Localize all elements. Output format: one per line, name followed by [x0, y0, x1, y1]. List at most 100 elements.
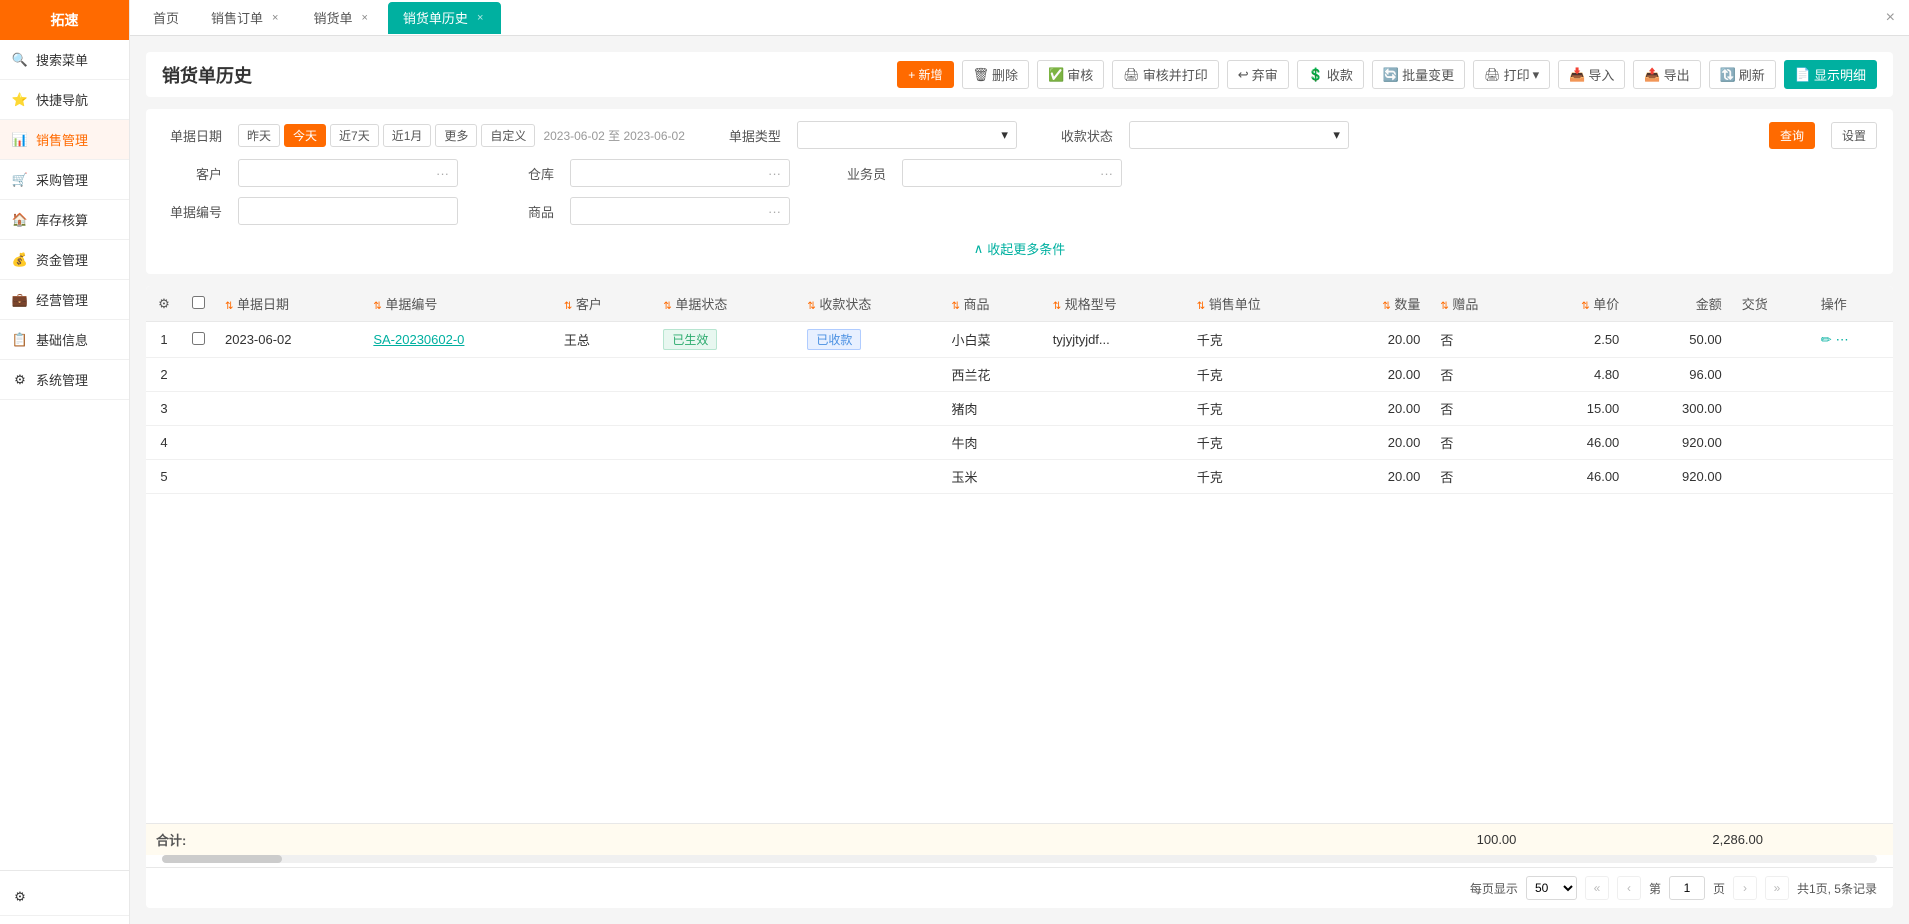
last-page-button[interactable]: » [1765, 876, 1789, 900]
cell-unit-price: 15.00 [1530, 392, 1629, 426]
page-title: 销货单历史 [162, 62, 252, 88]
doc-no-input[interactable] [238, 197, 458, 225]
cell-goods: 小白菜 [941, 322, 1042, 358]
export-button[interactable]: 📤 导出 [1633, 60, 1700, 89]
col-unit-price[interactable]: ⇅ 单价 [1530, 286, 1629, 322]
doc-type-select[interactable]: ▾ [797, 121, 1017, 149]
cell-doc-no[interactable] [363, 426, 554, 460]
cell-doc-no[interactable]: SA-20230602-0 [363, 322, 554, 358]
sidebar-item-basic-info[interactable]: 📋 基础信息 [0, 320, 129, 360]
more-action[interactable]: ⋯ [1836, 332, 1849, 348]
first-page-button[interactable]: « [1585, 876, 1609, 900]
page-input[interactable] [1669, 876, 1705, 900]
col-checkbox[interactable] [182, 286, 215, 322]
salesperson-input[interactable]: ··· [902, 159, 1122, 187]
audit-button[interactable]: ✅ 审核 [1037, 60, 1104, 89]
sidebar-item-quick-nav[interactable]: ⭐ 快捷导航 [0, 80, 129, 120]
cell-checkbox[interactable] [182, 426, 215, 460]
sidebar-item-sales[interactable]: 📊 销售管理 [0, 120, 129, 160]
date-tag-1month[interactable]: 近1月 [383, 124, 432, 147]
detail-icon: 📄 [1795, 67, 1811, 83]
col-goods[interactable]: ⇅ 商品 [941, 286, 1042, 322]
sidebar-item-purchase[interactable]: 🛒 采购管理 [0, 160, 129, 200]
tab-home[interactable]: 首页 [138, 2, 194, 34]
sidebar-item-system[interactable]: ⚙ 系统管理 [0, 360, 129, 400]
col-doc-status[interactable]: ⇅ 单据状态 [653, 286, 797, 322]
footer-amount: 2,286.00 [1712, 832, 1763, 847]
col-customer[interactable]: ⇅ 客户 [554, 286, 653, 322]
sidebar-item-operation[interactable]: 💼 经营管理 [0, 280, 129, 320]
collapse-button[interactable]: ∧ 收起更多条件 [162, 235, 1877, 262]
query-button[interactable]: 查询 [1769, 122, 1815, 149]
page-label: 第 [1649, 880, 1661, 897]
tab-bar-close[interactable]: × [1880, 9, 1901, 27]
chevron-down-icon: ▾ [1001, 127, 1008, 143]
cell-payment-status [797, 426, 941, 460]
col-quantity[interactable]: ⇅ 数量 [1331, 286, 1430, 322]
audit-print-button[interactable]: 🖨 审核并打印 [1112, 60, 1219, 89]
add-button[interactable]: + 新增 [897, 61, 953, 88]
cell-doc-no[interactable] [363, 358, 554, 392]
cell-checkbox[interactable] [182, 460, 215, 494]
tab-delivery[interactable]: 销货单 × [298, 2, 385, 34]
sort-icon: ⇅ [951, 301, 959, 312]
tab-delivery-history-close[interactable]: × [474, 11, 486, 25]
date-tag-7days[interactable]: 近7天 [330, 124, 379, 147]
refresh-button[interactable]: 🔃 刷新 [1709, 60, 1776, 89]
delete-button[interactable]: 🗑 删除 [962, 60, 1030, 89]
col-gift[interactable]: ⇅ 赠品 [1430, 286, 1529, 322]
col-payment-status[interactable]: ⇅ 收款状态 [797, 286, 941, 322]
date-group: 昨天 今天 近7天 近1月 更多 自定义 2023-06-02 至 2023-0… [238, 124, 685, 147]
cell-checkbox[interactable] [182, 358, 215, 392]
cell-quantity: 20.00 [1331, 392, 1430, 426]
date-tag-yesterday[interactable]: 昨天 [238, 124, 280, 147]
date-tag-custom[interactable]: 自定义 [481, 124, 535, 147]
discard-button[interactable]: ↩ 弃审 [1227, 60, 1289, 89]
tab-sales-order-close[interactable]: × [269, 11, 281, 25]
settings-button[interactable]: 设置 [1831, 122, 1877, 149]
sidebar-item-search-menu[interactable]: 🔍 搜索菜单 [0, 40, 129, 80]
cart-icon: 🛒 [12, 172, 28, 188]
show-detail-button[interactable]: 📄 显示明细 [1784, 60, 1877, 89]
cell-checkbox[interactable] [182, 322, 215, 358]
col-settings[interactable]: ⚙ [146, 286, 182, 322]
col-doc-date[interactable]: ⇅ 单据日期 [215, 286, 363, 322]
collect-button[interactable]: 💲 收款 [1297, 60, 1364, 89]
scrollbar-thumb[interactable] [162, 855, 282, 863]
payment-status-select[interactable]: ▾ [1129, 121, 1349, 149]
import-button[interactable]: 📥 导入 [1558, 60, 1625, 89]
doc-no-link[interactable]: SA-20230602-0 [373, 332, 464, 347]
tab-delivery-history[interactable]: 销货单历史 × [388, 2, 501, 34]
tab-delivery-history-label: 销货单历史 [403, 8, 468, 27]
tab-sales-order[interactable]: 销售订单 × [196, 2, 296, 34]
col-spec[interactable]: ⇅ 规格型号 [1043, 286, 1187, 322]
cell-gift: 否 [1430, 322, 1529, 358]
cell-customer [554, 392, 653, 426]
cell-doc-status [653, 460, 797, 494]
print-button[interactable]: 🖨 打印 ▾ [1473, 60, 1550, 89]
cell-doc-no[interactable] [363, 392, 554, 426]
per-page-select[interactable]: 50 100 200 [1526, 876, 1577, 900]
cell-checkbox[interactable] [182, 392, 215, 426]
sidebar-item-finance[interactable]: 💰 资金管理 [0, 240, 129, 280]
select-all-checkbox[interactable] [192, 296, 205, 309]
date-tag-more[interactable]: 更多 [435, 124, 477, 147]
next-page-button[interactable]: › [1733, 876, 1757, 900]
cell-doc-no[interactable] [363, 460, 554, 494]
edit-action[interactable]: ✏ [1821, 332, 1832, 348]
tab-delivery-close[interactable]: × [358, 11, 370, 25]
prev-page-button[interactable]: ‹ [1617, 876, 1641, 900]
cell-spec: tyjyjtyjdf... [1043, 322, 1187, 358]
batch-change-button[interactable]: 🔄 批量变更 [1372, 60, 1465, 89]
sidebar-settings-bottom[interactable]: ⚙ [0, 879, 129, 916]
goods-input[interactable]: ··· [570, 197, 790, 225]
cell-doc-status [653, 426, 797, 460]
customer-input[interactable]: ··· [238, 159, 458, 187]
horizontal-scrollbar[interactable] [162, 855, 1877, 863]
sidebar-item-inventory[interactable]: 🏠 库存核算 [0, 200, 129, 240]
date-tag-today[interactable]: 今天 [284, 124, 326, 147]
warehouse-input[interactable]: ··· [570, 159, 790, 187]
col-doc-no[interactable]: ⇅ 单据编号 [363, 286, 554, 322]
sort-icon: ⇅ [1440, 301, 1448, 312]
col-unit[interactable]: ⇅ 销售单位 [1187, 286, 1331, 322]
